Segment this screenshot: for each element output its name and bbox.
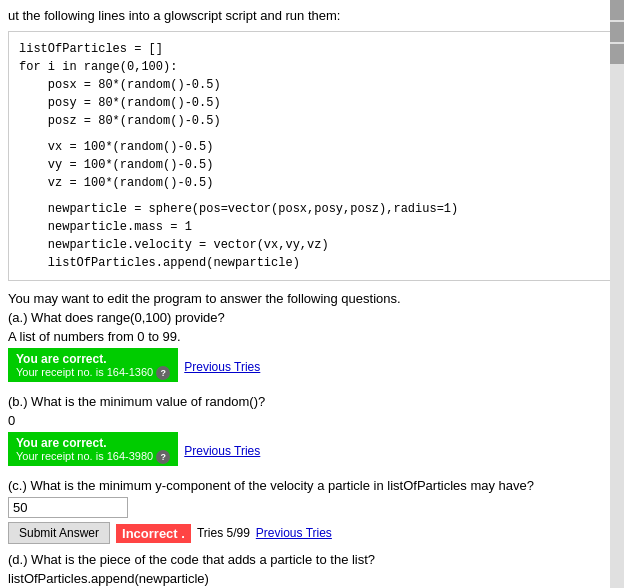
question-b-correct-box: You are correct. Your receipt no. is 164… — [8, 432, 178, 470]
question-c: (c.) What is the minimum y-component of … — [8, 478, 612, 544]
question-a-result: You are correct. Your receipt no. is 164… — [8, 348, 612, 386]
code-line-6: vx = 100*(random()-0.5) — [19, 138, 601, 156]
question-c-incorrect-label: Incorrect . — [116, 524, 191, 543]
question-b: (b.) What is the minimum value of random… — [8, 394, 612, 470]
scrollbar-up[interactable] — [610, 0, 624, 20]
question-a-correct-block: You are correct. Your receipt no. is 164… — [8, 348, 178, 382]
question-b-receipt: Your receipt no. is 164-3980 ? — [16, 450, 170, 464]
code-line-5: posz = 80*(random()-0.5) — [19, 112, 601, 130]
question-c-submit-button[interactable]: Submit Answer — [8, 522, 110, 544]
code-line-2: for i in range(0,100): — [19, 58, 601, 76]
question-a-info-icon[interactable]: ? — [156, 366, 170, 380]
question-c-previous-tries[interactable]: Previous Tries — [256, 526, 332, 540]
question-a-text: (a.) What does range(0,100) provide? — [8, 310, 612, 325]
scrollbar-thumb[interactable] — [610, 22, 624, 42]
code-line-11: newparticle.velocity = vector(vx,vy,vz) — [19, 236, 601, 254]
code-line-7: vy = 100*(random()-0.5) — [19, 156, 601, 174]
preamble: You may want to edit the program to answ… — [8, 291, 612, 306]
question-d-text: (d.) What is the piece of the code that … — [8, 552, 612, 567]
question-c-submit-row: Submit Answer Incorrect . Tries 5/99 Pre… — [8, 522, 612, 544]
code-block: listOfParticles = [] for i in range(0,10… — [8, 31, 612, 281]
code-line-4: posy = 80*(random()-0.5) — [19, 94, 601, 112]
intro-text: ut the following lines into a glowscript… — [8, 8, 612, 23]
question-a-correct-box: You are correct. Your receipt no. is 164… — [8, 348, 178, 386]
scrollbar[interactable] — [610, 0, 624, 588]
question-d: (d.) What is the piece of the code that … — [8, 552, 612, 588]
code-line-8: vz = 100*(random()-0.5) — [19, 174, 601, 192]
question-a: (a.) What does range(0,100) provide? A l… — [8, 310, 612, 386]
scrollbar-down[interactable] — [610, 44, 624, 64]
question-d-answer: listOfParticles.append(newparticle) — [8, 571, 612, 586]
question-a-previous-tries[interactable]: Previous Tries — [184, 360, 260, 374]
question-c-input[interactable] — [8, 497, 128, 518]
question-a-correct-line1: You are correct. — [16, 352, 170, 366]
question-b-correct-block: You are correct. Your receipt no. is 164… — [8, 432, 178, 466]
question-b-result: You are correct. Your receipt no. is 164… — [8, 432, 612, 470]
question-a-receipt: Your receipt no. is 164-1360 ? — [16, 366, 170, 380]
question-b-answer: 0 — [8, 413, 612, 428]
code-line-12: listOfParticles.append(newparticle) — [19, 254, 601, 272]
code-line-1: listOfParticles = [] — [19, 40, 601, 58]
code-line-9: newparticle = sphere(pos=vector(posx,pos… — [19, 200, 601, 218]
code-line-10: newparticle.mass = 1 — [19, 218, 601, 236]
question-c-text: (c.) What is the minimum y-component of … — [8, 478, 612, 493]
question-b-previous-tries[interactable]: Previous Tries — [184, 444, 260, 458]
question-a-subtext: A list of numbers from 0 to 99. — [8, 329, 612, 344]
code-line-3: posx = 80*(random()-0.5) — [19, 76, 601, 94]
question-b-text: (b.) What is the minimum value of random… — [8, 394, 612, 409]
question-b-info-icon[interactable]: ? — [156, 450, 170, 464]
question-c-tries: Tries 5/99 — [197, 526, 250, 540]
question-b-correct-line1: You are correct. — [16, 436, 170, 450]
